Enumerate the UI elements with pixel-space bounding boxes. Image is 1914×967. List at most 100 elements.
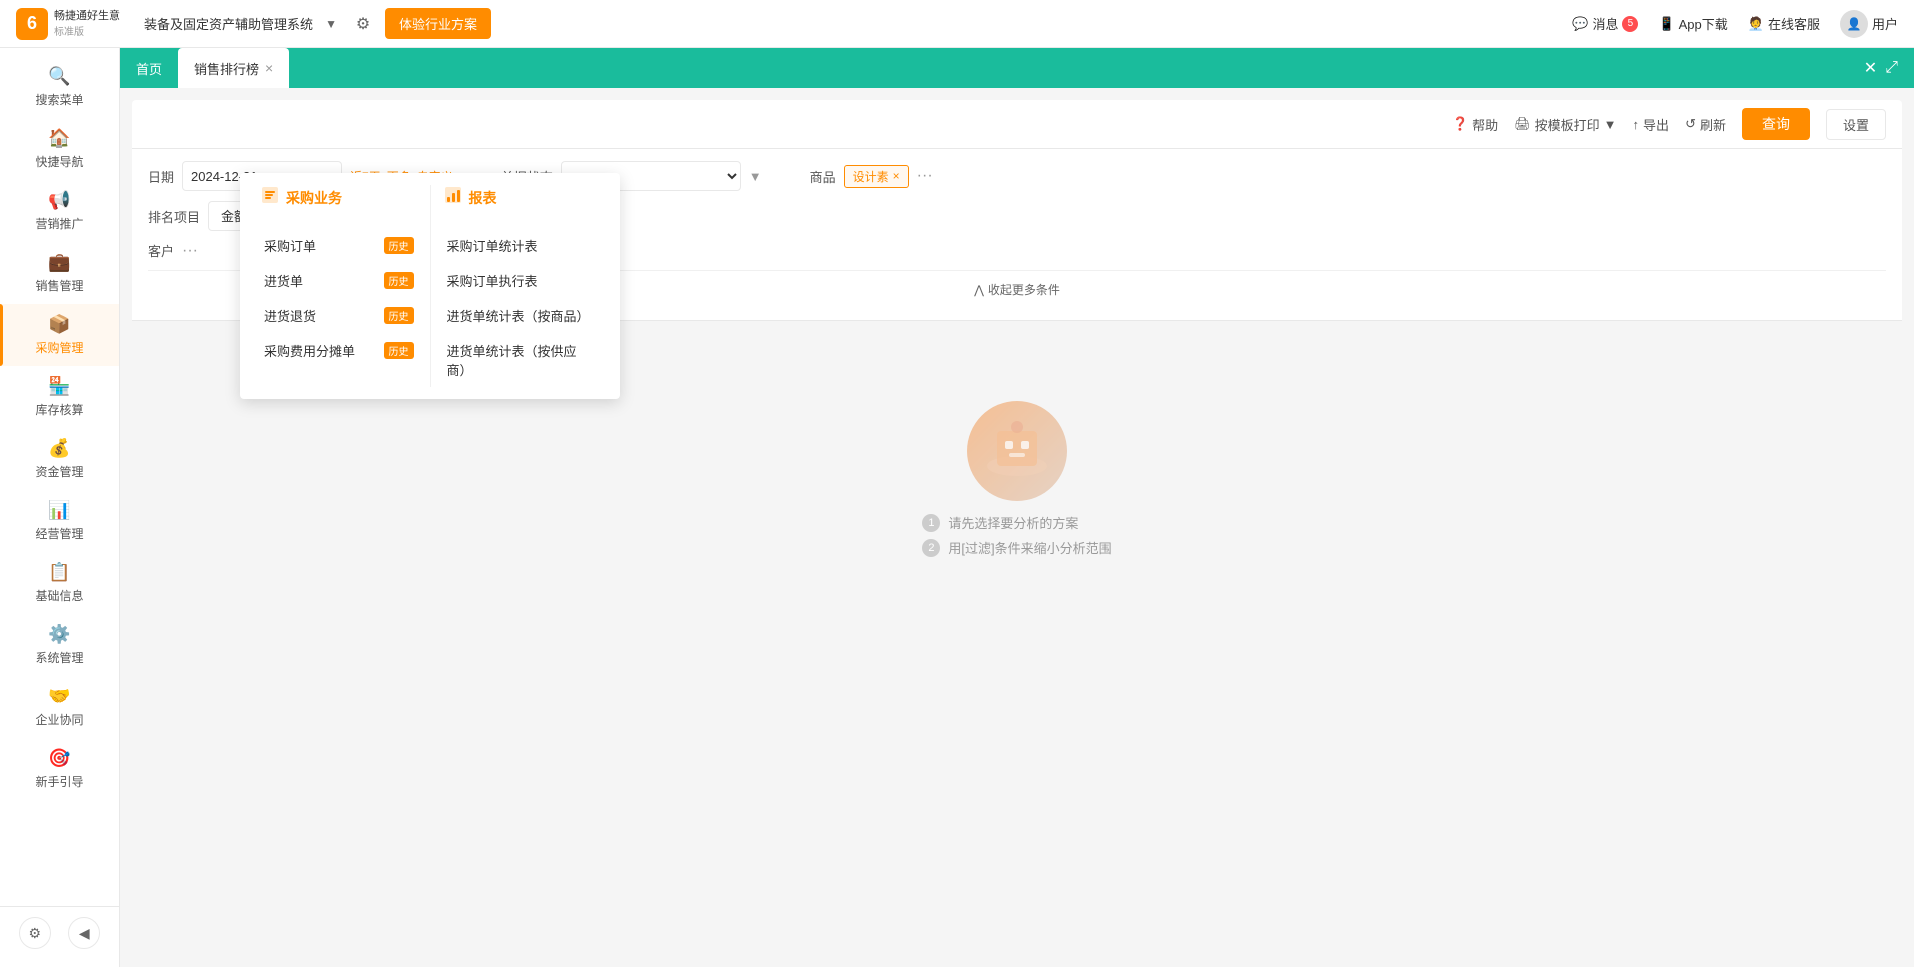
history-badge-1: 历史	[384, 272, 414, 289]
app-label: App下载	[1679, 14, 1728, 33]
sidebar-label-system: 系统管理	[35, 649, 83, 666]
chart-icon: 📊	[48, 500, 70, 521]
phone-icon: 📱	[1658, 16, 1674, 32]
sidebar-item-marketing[interactable]: 📢 营销推广	[0, 180, 119, 242]
megaphone-icon: 📢	[48, 190, 70, 211]
history-badge-3: 历史	[384, 342, 414, 359]
sidebar-label-business: 经营管理	[35, 525, 83, 542]
sidebar-item-sales[interactable]: 💼 销售管理	[0, 242, 119, 304]
logo-sub: 标准版	[54, 23, 120, 38]
dropdown-col-left: 采购业务 采购订单 历史 进货单 历史 进货退货 历史	[252, 185, 426, 387]
sidebar-item-business[interactable]: 📊 经营管理	[0, 490, 119, 552]
main-layout: 🔍 搜索菜单 🏠 快捷导航 📢 营销推广 💼 销售管理 📦 采购管理 🏪 库存核…	[0, 48, 1914, 967]
sidebar-label-guide: 新手引导	[35, 773, 83, 790]
sidebar-item-quick-nav[interactable]: 🏠 快捷导航	[0, 118, 119, 180]
clipboard-icon: 📋	[48, 562, 70, 583]
tab-maximize-btn[interactable]: ⤢	[1885, 59, 1898, 77]
report-col-icon	[443, 185, 463, 210]
service-icon: 🧑‍💼	[1748, 16, 1764, 32]
dropdown-item-report-1[interactable]: 采购订单执行表	[443, 263, 601, 298]
box-icon: 📦	[48, 314, 70, 335]
sidebar-item-system[interactable]: ⚙️ 系统管理	[0, 614, 119, 676]
dropdown-menu: 采购业务 采购订单 历史 进货单 历史 进货退货 历史	[240, 173, 620, 399]
message-btn[interactable]: 💬 消息 5	[1572, 14, 1638, 33]
sidebar-label-corp: 企业协同	[35, 711, 83, 728]
top-header: 6 畅捷通好生意 标准版 装备及固定资产辅助管理系统 ▼ ⚙ 体验行业方案 💬 …	[0, 0, 1914, 48]
app-download-btn[interactable]: 📱 App下载	[1658, 14, 1727, 33]
dropdown-item-expense[interactable]: 采购费用分摊单 历史	[260, 333, 418, 368]
service-label: 在线客服	[1768, 14, 1820, 33]
sidebar-item-corp[interactable]: 🤝 企业协同	[0, 676, 119, 738]
dropdown-col-right-title: 报表	[443, 185, 601, 216]
dropdown-cols: 采购业务 采购订单 历史 进货单 历史 进货退货 历史	[240, 185, 620, 387]
user-label: 用户	[1872, 14, 1898, 33]
tab-close-window-btn[interactable]: ✕	[1864, 58, 1877, 78]
sidebar-label-inventory: 库存核算	[35, 401, 83, 418]
history-badge-2: 历史	[384, 307, 414, 324]
dropdown-divider	[430, 185, 431, 387]
user-btn[interactable]: 👤 用户	[1840, 10, 1898, 38]
dropdown-col-right-title-text: 报表	[469, 188, 497, 208]
money-icon: 💰	[48, 438, 70, 459]
briefcase-icon: 💼	[48, 252, 70, 273]
industry-btn[interactable]: 体验行业方案	[385, 8, 491, 39]
dropdown-item-report-3[interactable]: 进货单统计表（按供应商）	[443, 333, 601, 387]
sidebar-label-sales: 销售管理	[35, 277, 83, 294]
avatar: 👤	[1840, 10, 1868, 38]
tab-right-actions: ✕ ⤢	[1864, 58, 1914, 78]
header-mid: 装备及固定资产辅助管理系统 ▼ ⚙ 体验行业方案	[136, 8, 1572, 39]
tab-bar: 首页 销售排行榜 × ✕ ⤢	[120, 48, 1914, 88]
sidebar-label-basic: 基础信息	[35, 587, 83, 604]
message-badge: 5	[1622, 16, 1638, 32]
message-icon: 💬	[1572, 16, 1588, 32]
dropdown-item-return[interactable]: 进货退货 历史	[260, 298, 418, 333]
dropdown-col-left-title-text: 采购业务	[286, 188, 342, 208]
logo-text-area: 畅捷通好生意 标准版	[54, 9, 120, 38]
history-badge-0: 历史	[384, 237, 414, 254]
tab-home-label: 首页	[136, 59, 162, 78]
sidebar-label-marketing: 营销推广	[35, 215, 83, 232]
sidebar-item-basic[interactable]: 📋 基础信息	[0, 552, 119, 614]
system-name: 装备及固定资产辅助管理系统	[144, 14, 313, 33]
dropdown-item-report-0[interactable]: 采购订单统计表	[443, 228, 601, 263]
sidebar-item-finance[interactable]: 💰 资金管理	[0, 428, 119, 490]
sidebar-item-search[interactable]: 🔍 搜索菜单	[0, 56, 119, 118]
dropdown-item-report-2[interactable]: 进货单统计表（按商品）	[443, 298, 601, 333]
home-icon: 🏠	[48, 128, 70, 149]
logo-text: 畅捷通好生意	[54, 9, 120, 23]
gear-icon: ⚙️	[48, 624, 70, 645]
target-icon: 🎯	[48, 748, 70, 769]
handshake-icon: 🤝	[48, 686, 70, 707]
sidebar: 🔍 搜索菜单 🏠 快捷导航 📢 营销推广 💼 销售管理 📦 采购管理 🏪 库存核…	[0, 48, 120, 967]
search-icon: 🔍	[48, 66, 70, 87]
header-right: 💬 消息 5 📱 App下载 🧑‍💼 在线客服 👤 用户	[1572, 10, 1898, 38]
tab-sales-rank-label: 销售排行榜	[194, 59, 259, 78]
tab-sales-rank[interactable]: 销售排行榜 ×	[178, 48, 289, 88]
sidebar-label-finance: 资金管理	[35, 463, 83, 480]
store-icon: 🏪	[48, 376, 70, 397]
logo-area: 6 畅捷通好生意 标准版	[16, 8, 136, 40]
online-service-btn[interactable]: 🧑‍💼 在线客服	[1748, 14, 1820, 33]
logo-icon: 6	[16, 8, 48, 40]
sidebar-label-purchase: 采购管理	[35, 339, 83, 356]
dropdown-col-left-title: 采购业务	[260, 185, 418, 216]
dropdown-item-purchase-order[interactable]: 采购订单 历史	[260, 228, 418, 263]
sidebar-item-inventory[interactable]: 🏪 库存核算	[0, 366, 119, 428]
sidebar-item-guide[interactable]: 🎯 新手引导	[0, 738, 119, 800]
message-label: 消息	[1592, 14, 1618, 33]
settings-icon[interactable]: ⚙	[349, 10, 377, 38]
sidebar-bottom: ⚙ ◀	[0, 906, 119, 959]
sidebar-label-search: 搜索菜单	[35, 91, 83, 108]
sidebar-label-quick-nav: 快捷导航	[35, 153, 83, 170]
sidebar-item-purchase[interactable]: 📦 采购管理	[0, 304, 119, 366]
sidebar-settings-btn[interactable]: ⚙	[19, 917, 51, 949]
content-area: 首页 销售排行榜 × ✕ ⤢ ❓ 帮助 🖨 按模板打印	[120, 48, 1914, 967]
sidebar-collapse-btn[interactable]: ◀	[68, 917, 100, 949]
tab-home[interactable]: 首页	[120, 48, 178, 88]
tab-close-icon[interactable]: ×	[265, 61, 273, 75]
purchase-col-icon	[260, 185, 280, 210]
page-content: ❓ 帮助 🖨 按模板打印 ▼ ↑ 导出 ↺ 刷新 查询 设置	[120, 88, 1914, 967]
dropdown-item-inbound[interactable]: 进货单 历史	[260, 263, 418, 298]
dropdown-col-right: 报表 采购订单统计表 采购订单执行表 进货单统计表（按商品） 进货单统计表（按供	[435, 185, 609, 387]
system-dropdown-btn[interactable]: ▼	[321, 14, 341, 34]
